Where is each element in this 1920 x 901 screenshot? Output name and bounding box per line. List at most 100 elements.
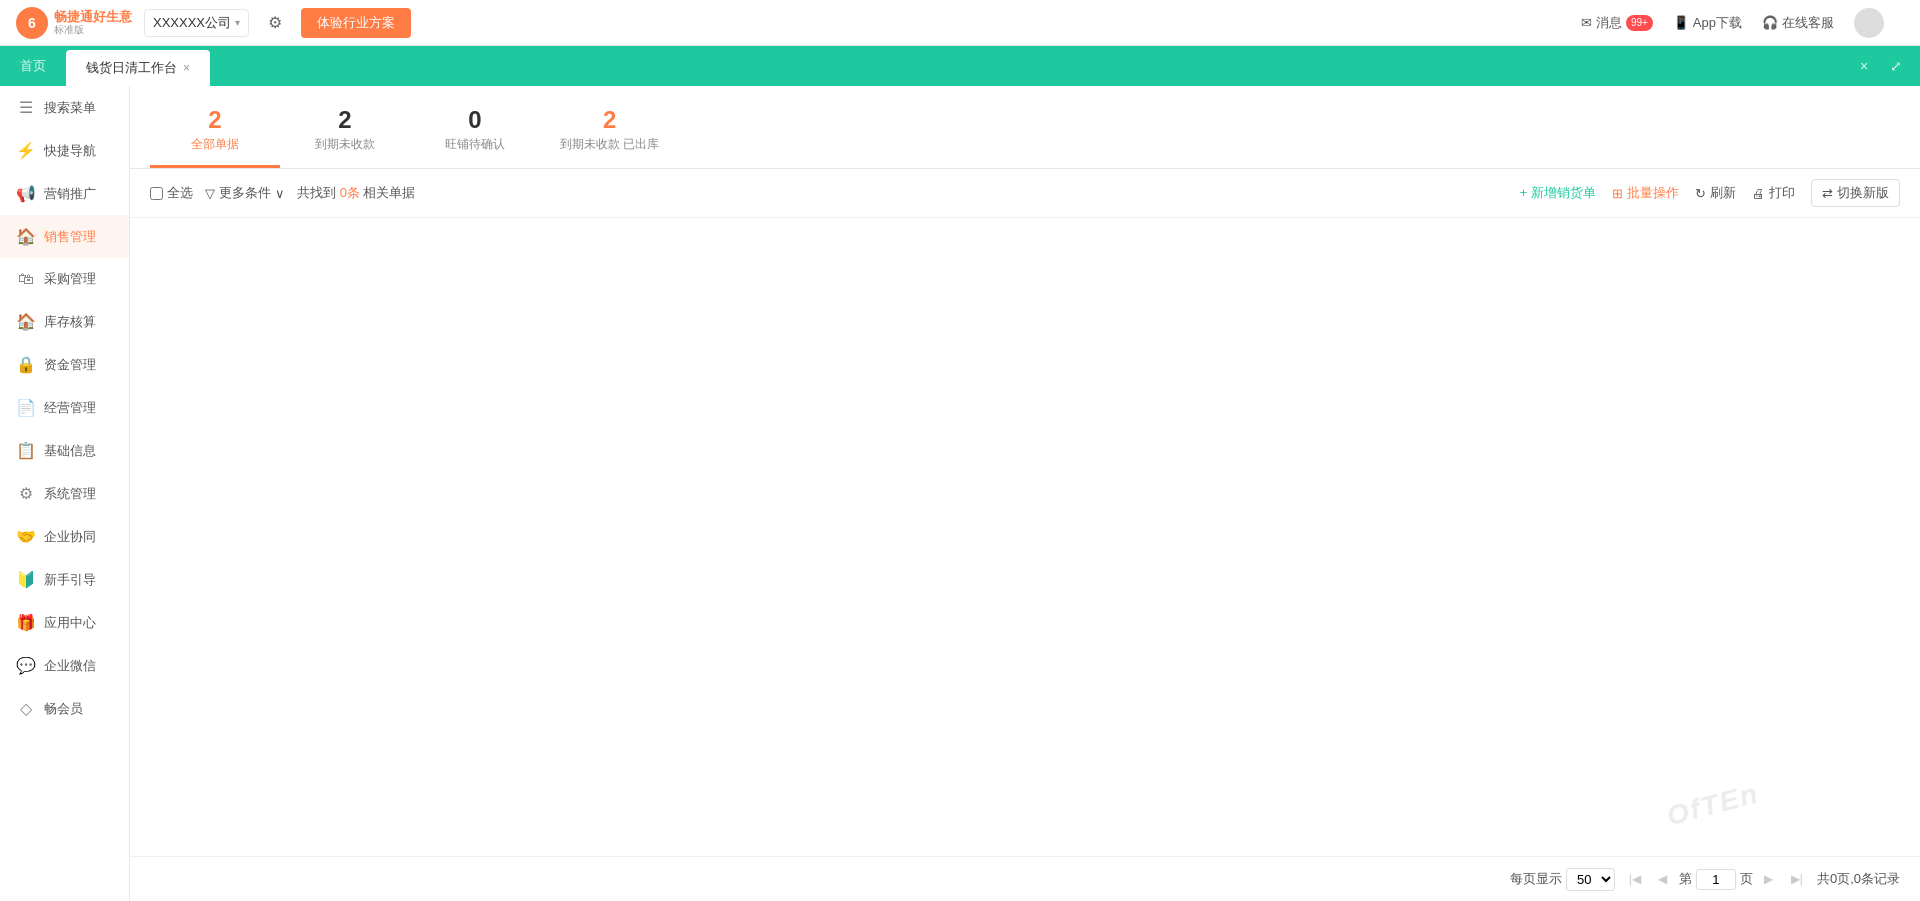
phone-icon: 📱: [1673, 15, 1689, 30]
current-page-input[interactable]: [1696, 869, 1736, 890]
per-page-select[interactable]: 50: [1566, 868, 1615, 891]
avatar[interactable]: [1854, 8, 1884, 38]
refresh-button[interactable]: ↻ 刷新: [1695, 184, 1736, 202]
gear-icon: ⚙: [16, 484, 36, 503]
tab-close-window-icon[interactable]: ×: [1852, 54, 1876, 78]
messages-action[interactable]: ✉ 消息 99+: [1581, 14, 1653, 32]
sidebar-item-weixin[interactable]: 💬 企业微信: [0, 644, 129, 687]
select-all-checkbox[interactable]: 全选: [150, 184, 193, 202]
stat-overdue-shipped-count: 2: [560, 106, 659, 134]
content-area: 2 全部单据 2 到期未收款 0 旺铺待确认 2 到期未收款 已出库 全选: [130, 86, 1920, 901]
sidebar-item-cooperation[interactable]: 🤝 企业协同: [0, 515, 129, 558]
bag-icon: 🛍: [16, 270, 36, 288]
page-size-selector: 每页显示 50: [1510, 868, 1615, 891]
toolbar: 全选 ▽ 更多条件 ∨ 共找到 0条 相关单据 + 新增销货单 ⊞ 批量操作: [130, 169, 1920, 218]
app-download-action[interactable]: 📱 App下载: [1673, 14, 1742, 32]
settings-icon[interactable]: ⚙: [261, 9, 289, 37]
page-nav: |◀ ◀ 第 页 ▶ ▶|: [1623, 867, 1809, 891]
select-all-label: 全选: [167, 184, 193, 202]
last-page-button[interactable]: ▶|: [1785, 867, 1809, 891]
print-icon: 🖨: [1752, 186, 1765, 201]
warehouse-icon: 🏠: [16, 312, 36, 331]
sidebar-item-app-center[interactable]: 🎁 应用中心: [0, 601, 129, 644]
sidebar-item-quick-nav[interactable]: ⚡ 快捷导航: [0, 129, 129, 172]
sidebar-weixin-label: 企业微信: [44, 657, 96, 675]
stats-tabs: 2 全部单据 2 到期未收款 0 旺铺待确认 2 到期未收款 已出库: [130, 86, 1920, 169]
sidebar-item-guide[interactable]: 🔰 新手引导: [0, 558, 129, 601]
report-icon: 📄: [16, 398, 36, 417]
sidebar-item-purchase[interactable]: 🛍 采购管理: [0, 258, 129, 300]
stat-all-label: 全部单据: [170, 136, 260, 153]
sidebar-item-member[interactable]: ◇ 畅会员: [0, 687, 129, 730]
page-suffix-label: 页: [1740, 870, 1753, 888]
sidebar-member-label: 畅会员: [44, 700, 83, 718]
chevron-down-icon: ▾: [235, 17, 240, 28]
messages-label: 消息: [1596, 14, 1622, 32]
filter-button[interactable]: ▽ 更多条件 ∨: [205, 184, 285, 202]
chevron-down-icon: ∨: [275, 186, 285, 201]
tab-close-icon[interactable]: ×: [183, 61, 190, 75]
stat-overdue-shipped-label: 到期未收款 已出库: [560, 136, 659, 153]
sidebar: ☰ 搜索菜单 ⚡ 快捷导航 📢 营销推广 🏠 销售管理 🛍 采购管理 🏠 库存核…: [0, 86, 130, 901]
sidebar-purchase-label: 采购管理: [44, 270, 96, 288]
select-all-input[interactable]: [150, 187, 163, 200]
sidebar-item-operations[interactable]: 📄 经营管理: [0, 386, 129, 429]
sidebar-app-center-label: 应用中心: [44, 614, 96, 632]
filter-icon: ▽: [205, 186, 215, 201]
per-page-label: 每页显示: [1510, 870, 1562, 888]
sidebar-system-label: 系统管理: [44, 485, 96, 503]
tab-expand-icon[interactable]: ⤢: [1884, 54, 1908, 78]
tab-qianhuoriqing[interactable]: 钱货日清工作台 ×: [66, 50, 210, 86]
headset-icon: 🎧: [1762, 15, 1778, 30]
logo-subtitle: 标准版: [54, 24, 132, 36]
sidebar-sales-label: 销售管理: [44, 228, 96, 246]
toolbar-left: 全选 ▽ 更多条件 ∨ 共找到 0条 相关单据: [150, 184, 415, 202]
sidebar-guide-label: 新手引导: [44, 571, 96, 589]
main-layout: ☰ 搜索菜单 ⚡ 快捷导航 📢 营销推广 🏠 销售管理 🛍 采购管理 🏠 库存核…: [0, 86, 1920, 901]
next-page-button[interactable]: ▶: [1757, 867, 1781, 891]
sidebar-item-sales[interactable]: 🏠 销售管理: [0, 215, 129, 258]
diamond-icon: ◇: [16, 699, 36, 718]
lock-icon: 🔒: [16, 355, 36, 374]
stat-tab-all[interactable]: 2 全部单据: [150, 98, 280, 168]
add-sale-order-button[interactable]: + 新增销货单: [1520, 184, 1596, 202]
top-header: 6 畅捷通好生意 标准版 XXXXXX公司 ▾ ⚙ 体验行业方案 ✉ 消息 99…: [0, 0, 1920, 46]
sidebar-operations-label: 经营管理: [44, 399, 96, 417]
online-service-label: 在线客服: [1782, 14, 1834, 32]
flash-icon: ⚡: [16, 141, 36, 160]
logo-text: 畅捷通好生意 标准版: [54, 9, 132, 37]
sidebar-item-inventory[interactable]: 🏠 库存核算: [0, 300, 129, 343]
sidebar-item-search[interactable]: ☰ 搜索菜单: [0, 86, 129, 129]
header-right: ✉ 消息 99+ 📱 App下载 🎧 在线客服: [1581, 8, 1904, 38]
print-button[interactable]: 🖨 打印: [1752, 184, 1795, 202]
search-icon: ☰: [16, 98, 36, 117]
stat-wangpu-label: 旺铺待确认: [430, 136, 520, 153]
company-selector[interactable]: XXXXXX公司 ▾: [144, 9, 249, 37]
sidebar-item-marketing[interactable]: 📢 营销推广: [0, 172, 129, 215]
online-service-action[interactable]: 🎧 在线客服: [1762, 14, 1834, 32]
result-count: 0条: [340, 185, 360, 200]
stat-overdue-label: 到期未收款: [300, 136, 390, 153]
prev-page-button[interactable]: ◀: [1651, 867, 1675, 891]
first-page-button[interactable]: |◀: [1623, 867, 1647, 891]
list-icon: 📋: [16, 441, 36, 460]
stat-wangpu-count: 0: [430, 106, 520, 134]
sidebar-item-basic-info[interactable]: 📋 基础信息: [0, 429, 129, 472]
stat-overdue-count: 2: [300, 106, 390, 134]
logo-icon: 6: [16, 7, 48, 39]
try-industry-button[interactable]: 体验行业方案: [301, 8, 411, 38]
stat-tab-wangpu[interactable]: 0 旺铺待确认: [410, 98, 540, 168]
sidebar-marketing-label: 营销推广: [44, 185, 96, 203]
sidebar-item-system[interactable]: ⚙ 系统管理: [0, 472, 129, 515]
sidebar-basic-info-label: 基础信息: [44, 442, 96, 460]
message-icon: ✉: [1581, 15, 1592, 30]
stat-tab-overdue[interactable]: 2 到期未收款: [280, 98, 410, 168]
batch-operation-button[interactable]: ⊞ 批量操作: [1612, 184, 1679, 202]
stat-tab-overdue-shipped[interactable]: 2 到期未收款 已出库: [540, 98, 679, 168]
megaphone-icon: 📢: [16, 184, 36, 203]
pagination-bar: 每页显示 50 |◀ ◀ 第 页 ▶ ▶| 共0页,0条记录: [130, 856, 1920, 901]
tab-home[interactable]: 首页: [0, 46, 66, 86]
switch-version-button[interactable]: ⇄ 切换新版: [1811, 179, 1900, 207]
switch-icon: ⇄: [1822, 186, 1833, 201]
sidebar-item-finance[interactable]: 🔒 资金管理: [0, 343, 129, 386]
